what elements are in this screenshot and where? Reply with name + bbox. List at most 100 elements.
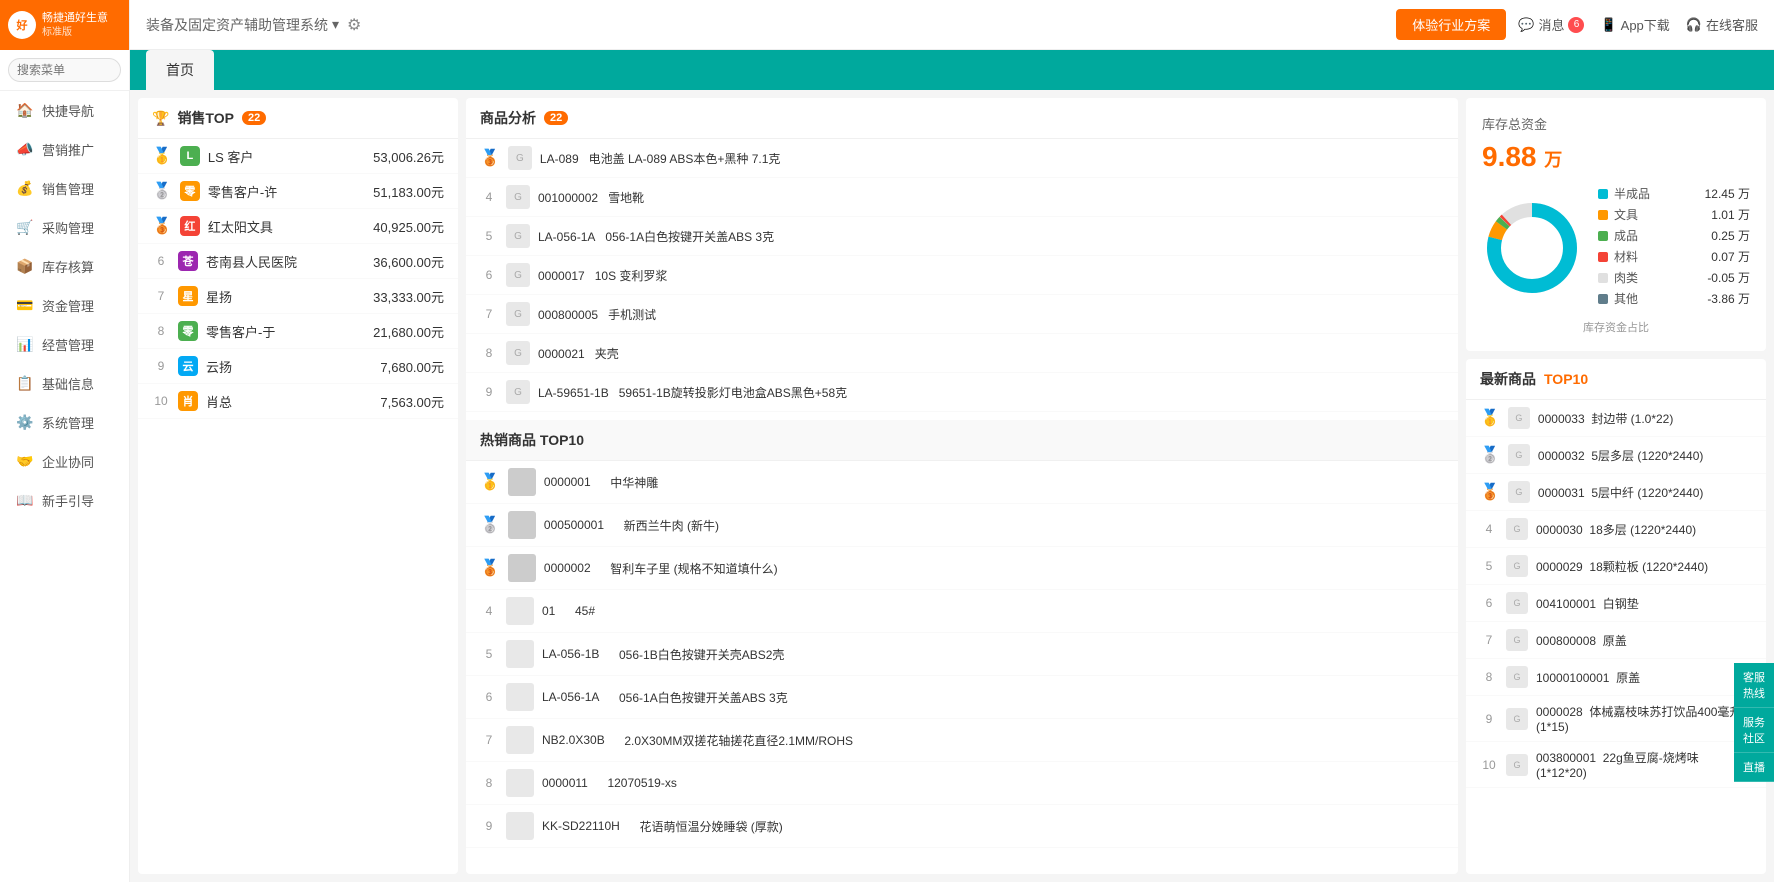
ng-medal-1: 🥇 xyxy=(1480,408,1500,428)
goods-info-7: LA-59651-1B 59651-1B旋转投影灯电池盒ABS黑色+58克 xyxy=(538,384,1444,401)
app-download-action[interactable]: 📱 App下载 xyxy=(1600,15,1669,34)
hot-row-8: 8 0000011 12070519-xs xyxy=(466,762,1458,805)
hot-img-3 xyxy=(508,554,536,582)
legend-dot-3 xyxy=(1598,252,1608,262)
donut-container: 半成品 12.45 万 文具 1.01 万 xyxy=(1482,185,1750,311)
new-goods-panel: 最新商品 TOP10 🥇 G 0000033 封边带 (1.0*22) xyxy=(1466,359,1766,874)
sales-icon: 💰 xyxy=(16,180,34,197)
float-live-btn[interactable]: 直播 xyxy=(1734,753,1774,782)
system-dropdown[interactable]: 装备及固定资产辅助管理系统 ▾ xyxy=(146,15,339,35)
legend-item-4: 肉类 -0.05 万 xyxy=(1598,269,1750,286)
goods-row-7: 9 G LA-59651-1B 59651-1B旋转投影灯电池盒ABS黑色+58… xyxy=(466,373,1458,412)
sidebar-item-quick-nav[interactable]: 🏠 快捷导航 xyxy=(0,91,129,130)
goods-info-5: 000800005 手机测试 xyxy=(538,306,1444,323)
goods-panel: 商品分析 22 🥉 G LA-089 电池盖 LA-089 ABS本色+黑种 7… xyxy=(466,98,1458,874)
legend-item-5: 其他 -3.86 万 xyxy=(1598,290,1750,307)
sidebar-item-enterprise[interactable]: 🤝 企业协同 xyxy=(0,442,129,481)
hot-row-9: 9 KK-SD22110H 花语萌恒温分娩睡袋 (厚款) xyxy=(466,805,1458,848)
sidebar-item-inventory[interactable]: 📦 库存核算 xyxy=(0,247,129,286)
goods-badge: 22 xyxy=(544,111,568,125)
purchase-icon: 🛒 xyxy=(16,219,34,236)
goods-img-6: G xyxy=(506,341,530,365)
sidebar-item-sales[interactable]: 💰 销售管理 xyxy=(0,169,129,208)
goods-panel-header: 商品分析 22 xyxy=(466,98,1458,139)
customer-value-8: 7,563.00元 xyxy=(380,392,444,411)
new-goods-row-6: 6 G 004100001 白钢垫 xyxy=(1466,585,1766,622)
new-goods-row-2: 🥈 G 0000032 5层多层 (1220*2440) xyxy=(1466,437,1766,474)
settings-button[interactable]: ⚙ xyxy=(347,15,361,35)
sidebar-item-purchase[interactable]: 🛒 采购管理 xyxy=(0,208,129,247)
customer-badge-2: 零 xyxy=(180,181,200,201)
right-panel: 库存总资金 9.88 万 xyxy=(1466,98,1766,874)
new-goods-row-7: 7 G 000800008 原盖 xyxy=(1466,622,1766,659)
legend-item-0: 半成品 12.45 万 xyxy=(1598,185,1750,202)
legend-dot-5 xyxy=(1598,294,1608,304)
goods-row-2: 4 G 001000002 雪地靴 xyxy=(466,178,1458,217)
message-action[interactable]: 💬 消息 6 xyxy=(1518,15,1584,34)
ng-info-4: 0000030 18多层 (1220*2440) xyxy=(1536,521,1752,538)
hot-row-3: 🥉 0000002 智利车子里 (规格不知道填什么) xyxy=(466,547,1458,590)
hot-medal-3: 🥉 xyxy=(480,558,500,578)
medal-2-icon: 🥈 xyxy=(152,181,172,201)
hot-img-1 xyxy=(508,468,536,496)
logo-area: 好 畅捷通好生意 标准版 xyxy=(0,0,129,50)
customer-row-2: 🥈 零 零售客户-许 51,183.00元 xyxy=(138,174,458,209)
customer-name-5: 星扬 xyxy=(206,287,365,306)
sidebar-item-finance[interactable]: 💳 资金管理 xyxy=(0,286,129,325)
legend-item-1: 文具 1.01 万 xyxy=(1598,206,1750,223)
new-goods-row-10: 10 G 003800001 22g鱼豆腐-烧烤味 (1*12*20) xyxy=(1466,742,1766,788)
goods-img-7: G xyxy=(506,380,530,404)
customer-badge-4: 苍 xyxy=(178,251,198,271)
hot-code-8: 0000011 xyxy=(542,776,588,790)
online-service-action[interactable]: 🎧 在线客服 xyxy=(1686,15,1758,34)
hot-medal-1: 🥇 xyxy=(480,472,500,492)
topbar: 装备及固定资产辅助管理系统 ▾ ⚙ 体验行业方案 💬 消息 6 📱 App下载 … xyxy=(130,0,1774,50)
inventory-subtitle: 库存资金占比 xyxy=(1482,319,1750,335)
inventory-icon: 📦 xyxy=(16,258,34,275)
customer-row-3: 🥉 红 红太阳文具 40,925.00元 xyxy=(138,209,458,244)
customer-name-6: 零售客户-于 xyxy=(206,322,365,341)
hot-row-1: 🥇 0000001 中华神雕 xyxy=(466,461,1458,504)
customer-value-6: 21,680.00元 xyxy=(373,322,444,341)
ng-info-7: 000800008 原盖 xyxy=(1536,632,1752,649)
ng-img-3: G xyxy=(1508,481,1530,503)
customer-row-1: 🥇 L LS 客户 53,006.26元 xyxy=(138,139,458,174)
customer-value-3: 40,925.00元 xyxy=(373,217,444,236)
hot-row-7: 7 NB2.0X30B 2.0X30MM双搓花轴搓花直径2.1MM/ROHS xyxy=(466,719,1458,762)
legend-dot-2 xyxy=(1598,231,1608,241)
medal-3-icon: 🥉 xyxy=(152,216,172,236)
topbar-actions: 💬 消息 6 📱 App下载 🎧 在线客服 xyxy=(1518,15,1758,34)
operation-icon: 📊 xyxy=(16,336,34,353)
guide-icon: 📖 xyxy=(16,492,34,509)
hot-name-1: 中华神雕 xyxy=(610,474,658,491)
goods-info-4: 0000017 10S 变利罗浆 xyxy=(538,267,1444,284)
customer-badge: 22 xyxy=(242,111,266,125)
goods-img-2: G xyxy=(506,185,530,209)
nav-menu: 🏠 快捷导航 📣 营销推广 💰 销售管理 🛒 采购管理 📦 库存核算 💳 资金管… xyxy=(0,91,129,882)
customer-badge-3: 红 xyxy=(180,216,200,236)
customer-name-4: 苍南县人民医院 xyxy=(206,252,365,271)
customer-row-4: 6 苍 苍南县人民医院 36,600.00元 xyxy=(138,244,458,279)
sidebar-item-system[interactable]: ⚙️ 系统管理 xyxy=(0,403,129,442)
enterprise-icon: 🤝 xyxy=(16,453,34,470)
customer-badge-6: 零 xyxy=(178,321,198,341)
search-input[interactable] xyxy=(8,58,121,82)
customer-panel: 🏆 销售TOP 22 🥇 L LS 客户 53,006.26元 🥈 零 xyxy=(138,98,458,874)
new-goods-row-3: 🥉 G 0000031 5层中纤 (1220*2440) xyxy=(1466,474,1766,511)
sidebar-item-operation[interactable]: 📊 经营管理 xyxy=(0,325,129,364)
hot-row-5: 5 LA-056-1B 056-1B白色按键开关壳ABS2壳 xyxy=(466,633,1458,676)
sidebar-item-guide[interactable]: 📖 新手引导 xyxy=(0,481,129,520)
panels-row: 🏆 销售TOP 22 🥇 L LS 客户 53,006.26元 🥈 零 xyxy=(130,90,1774,882)
goods-info-1: LA-089 电池盖 LA-089 ABS本色+黑种 7.1克 xyxy=(540,150,1444,167)
sidebar-item-basic-info[interactable]: 📋 基础信息 xyxy=(0,364,129,403)
trial-button[interactable]: 体验行业方案 xyxy=(1396,9,1506,40)
tab-home[interactable]: 首页 xyxy=(146,50,214,90)
donut-legend: 半成品 12.45 万 文具 1.01 万 xyxy=(1598,185,1750,311)
ng-img-7: G xyxy=(1506,629,1528,651)
float-customer-hotline[interactable]: 客服热线 xyxy=(1734,663,1774,708)
float-service-community[interactable]: 服务社区 xyxy=(1734,708,1774,753)
customer-name-2: 零售客户-许 xyxy=(208,182,365,201)
sidebar-item-marketing[interactable]: 📣 营销推广 xyxy=(0,130,129,169)
customer-name-3: 红太阳文具 xyxy=(208,217,365,236)
new-goods-row-8: 8 G 10000100001 原盖 xyxy=(1466,659,1766,696)
